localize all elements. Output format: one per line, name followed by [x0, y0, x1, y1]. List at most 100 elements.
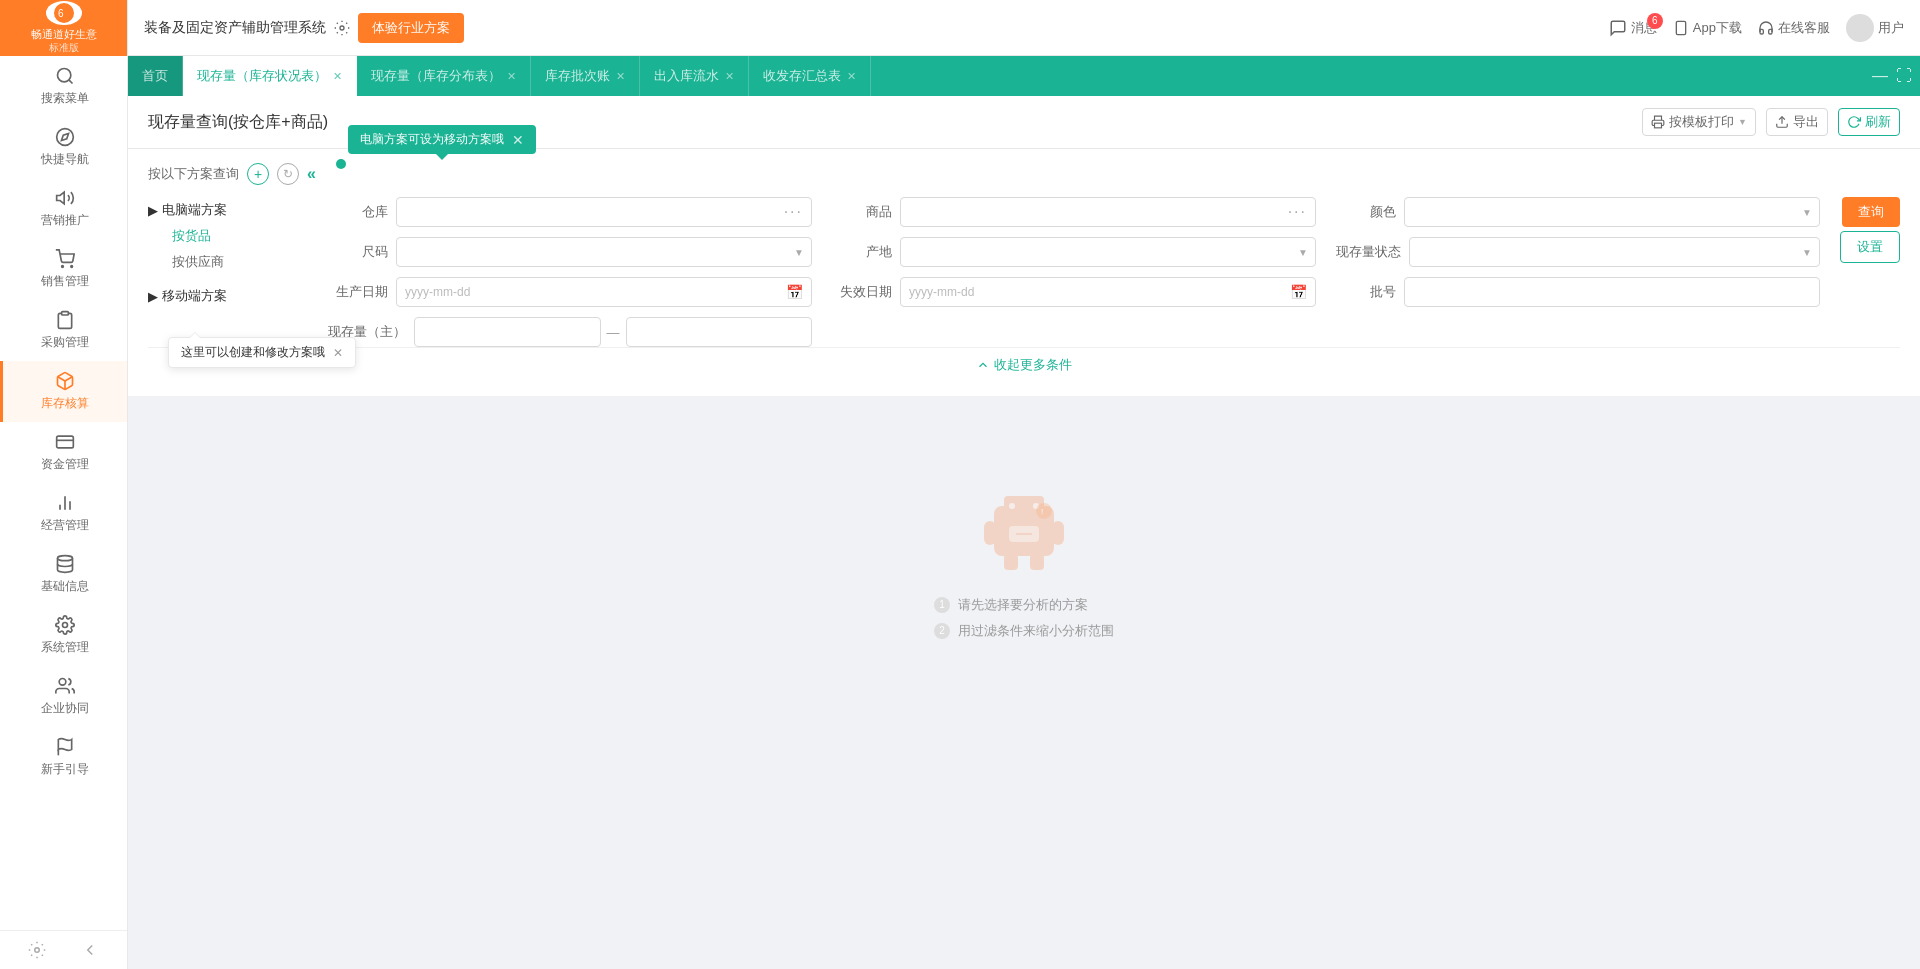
sidebar-item-sales[interactable]: 销售管理: [0, 239, 127, 300]
megaphone-icon: [55, 188, 75, 208]
sidebar-item-marketing[interactable]: 营销推广: [0, 178, 127, 239]
sidebar-item-basicinfo[interactable]: 基础信息: [0, 544, 127, 605]
svg-point-34: [1036, 503, 1052, 519]
tab-inventory-status[interactable]: 现存量（库存状况表） ✕: [183, 56, 357, 96]
tab-minimize-btn[interactable]: —: [1872, 67, 1888, 85]
tooltip-1-close[interactable]: ✕: [512, 132, 524, 148]
svg-point-19: [340, 26, 344, 30]
tab-close-icon[interactable]: ✕: [507, 70, 516, 83]
print-btn[interactable]: 按模板打印 ▼: [1642, 108, 1756, 136]
field-label-status: 现存量状态: [1336, 243, 1401, 261]
tab-label: 收发存汇总表: [763, 67, 841, 85]
filter-label: 按以下方案查询: [148, 165, 239, 183]
sidebar-item-collab[interactable]: 企业协同: [0, 666, 127, 727]
scheme-item-supplier[interactable]: 按供应商: [148, 249, 308, 275]
messages-btn[interactable]: 6 消息: [1609, 19, 1657, 37]
status-select[interactable]: [1409, 237, 1820, 267]
search-icon: [55, 66, 75, 86]
user-btn[interactable]: 用户: [1846, 14, 1904, 42]
tooltip-bubble-1: 电脑方案可设为移动方案哦 ✕: [348, 125, 536, 154]
filter-actions: 查询 设置: [1840, 197, 1900, 347]
sidebar-footer: [0, 930, 127, 969]
refresh-icon: [1847, 115, 1861, 129]
scheme-group-mobile[interactable]: ▶ 移动端方案: [148, 283, 308, 309]
filter-refresh-btn[interactable]: ↻: [277, 163, 299, 185]
tab-close-icon[interactable]: ✕: [725, 70, 734, 83]
sidebar-item-management[interactable]: 经营管理: [0, 483, 127, 544]
stock-min-input[interactable]: [414, 317, 601, 347]
service-label: 在线客服: [1778, 19, 1830, 37]
color-select[interactable]: [1404, 197, 1820, 227]
svg-rect-10: [57, 436, 74, 448]
scheme-group-label: 移动端方案: [162, 287, 227, 305]
tab-close-icon[interactable]: ✕: [616, 70, 625, 83]
size-select[interactable]: [396, 237, 812, 267]
reset-btn[interactable]: 设置: [1840, 231, 1900, 263]
sidebar-item-label: 库存核算: [41, 395, 89, 412]
collapse-row[interactable]: 收起更多条件: [148, 347, 1900, 382]
header-gear-icon[interactable]: [334, 20, 350, 36]
produce-date-placeholder: yyyy-mm-dd: [405, 285, 470, 299]
query-btn[interactable]: 查询: [1842, 197, 1900, 227]
origin-select[interactable]: [900, 237, 1316, 267]
export-label: 导出: [1793, 113, 1819, 131]
clipboard-icon: [55, 310, 75, 330]
sidebar-item-system[interactable]: 系统管理: [0, 605, 127, 666]
tab-flow[interactable]: 出入库流水 ✕: [640, 56, 749, 96]
logo: 6 畅通道好生意 标准版: [0, 0, 127, 56]
svg-point-18: [35, 948, 40, 953]
sidebar-item-label: 采购管理: [41, 334, 89, 351]
tab-close-icon[interactable]: ✕: [333, 70, 342, 83]
sidebar-item-finance[interactable]: 资金管理: [0, 422, 127, 483]
refresh-label: 刷新: [1865, 113, 1891, 131]
tab-label: 库存批次账: [545, 67, 610, 85]
svg-line-3: [69, 80, 73, 84]
tab-home[interactable]: 首页: [128, 56, 183, 96]
sidebar-item-search[interactable]: 搜索菜单: [0, 56, 127, 117]
refresh-btn[interactable]: 刷新: [1838, 108, 1900, 136]
expire-date-input[interactable]: yyyy-mm-dd 📅: [900, 277, 1316, 307]
tab-close-icon[interactable]: ✕: [847, 70, 856, 83]
sidebar-item-label: 搜索菜单: [41, 90, 89, 107]
app-label: App下载: [1693, 19, 1742, 37]
collapse-icon[interactable]: [81, 941, 99, 959]
user-label: 用户: [1878, 19, 1904, 37]
range-separator: —: [607, 325, 620, 340]
sidebar-item-label: 新手引导: [41, 761, 89, 778]
sidebar-item-quicknav[interactable]: 快捷导航: [0, 117, 127, 178]
produce-date-input[interactable]: yyyy-mm-dd 📅: [396, 277, 812, 307]
industry-btn[interactable]: 体验行业方案: [358, 13, 464, 43]
filter-row-status: 现存量状态 ▼: [1336, 237, 1820, 267]
filter-area: 按以下方案查询 + ↻ « 电脑方案可设为移动方案哦 ✕: [128, 149, 1920, 396]
sidebar-item-inventory[interactable]: 库存核算: [0, 361, 127, 422]
empty-step-2: 2 用过滤条件来缩小分析范围: [934, 618, 1114, 644]
export-icon: [1775, 115, 1789, 129]
filter-dot: [336, 159, 346, 169]
tab-label: 出入库流水: [654, 67, 719, 85]
svg-point-6: [62, 266, 64, 268]
scheme-group-desktop[interactable]: ▶ 电脑端方案: [148, 197, 308, 223]
scheme-item-goods[interactable]: 按货品: [148, 223, 308, 249]
svg-point-7: [71, 266, 73, 268]
sidebar-item-purchasing[interactable]: 采购管理: [0, 300, 127, 361]
tab-batch-account[interactable]: 库存批次账 ✕: [531, 56, 640, 96]
tab-summary[interactable]: 收发存汇总表 ✕: [749, 56, 871, 96]
sidebar-item-label: 基础信息: [41, 578, 89, 595]
export-btn[interactable]: 导出: [1766, 108, 1828, 136]
filter-add-btn[interactable]: +: [247, 163, 269, 185]
app-download-btn[interactable]: App下载: [1673, 19, 1742, 37]
sidebar-item-tutorial[interactable]: 新手引导: [0, 727, 127, 788]
online-service-btn[interactable]: 在线客服: [1758, 19, 1830, 37]
filter-arrow-btn[interactable]: «: [307, 165, 316, 183]
settings-icon[interactable]: [28, 941, 46, 959]
tooltip-wrap-2: 这里可以创建和修改方案哦 ✕: [168, 337, 356, 368]
sidebar-item-label: 企业协同: [41, 700, 89, 717]
goods-field[interactable]: ···: [900, 197, 1316, 227]
tab-inventory-distribution[interactable]: 现存量（库存分布表） ✕: [357, 56, 531, 96]
warehouse-field[interactable]: ···: [396, 197, 812, 227]
chart-icon: [55, 493, 75, 513]
batch-input[interactable]: [1404, 277, 1820, 307]
tab-fullscreen-btn[interactable]: ⛶: [1896, 67, 1912, 85]
stock-max-input[interactable]: [626, 317, 813, 347]
tooltip-2-close[interactable]: ✕: [333, 346, 343, 360]
